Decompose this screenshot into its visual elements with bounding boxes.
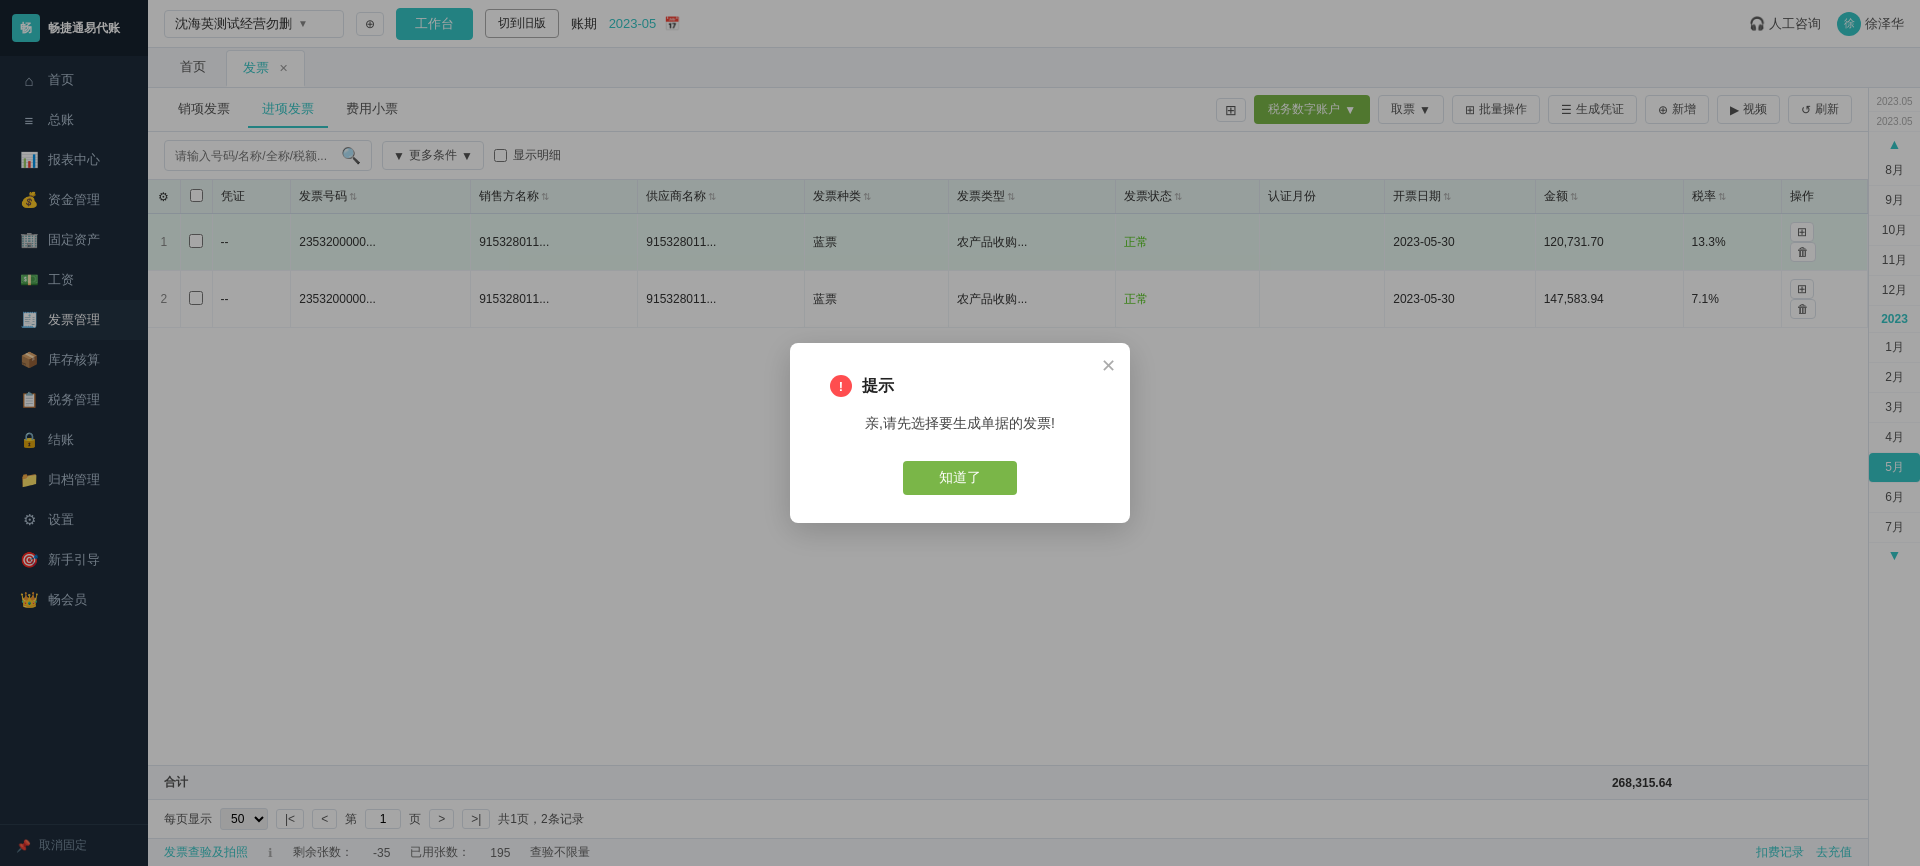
modal-title: 提示: [862, 376, 894, 397]
modal-dialog: ✕ ! 提示 亲,请先选择要生成单据的发票! 知道了: [790, 343, 1130, 523]
modal-close-btn[interactable]: ✕: [1101, 355, 1116, 377]
warning-icon: !: [830, 375, 852, 397]
modal-body: 亲,请先选择要生成单据的发票!: [865, 415, 1055, 433]
modal-title-row: ! 提示: [830, 375, 894, 397]
modal-overlay: ✕ ! 提示 亲,请先选择要生成单据的发票! 知道了: [0, 0, 1920, 866]
modal-ok-btn[interactable]: 知道了: [903, 461, 1017, 495]
